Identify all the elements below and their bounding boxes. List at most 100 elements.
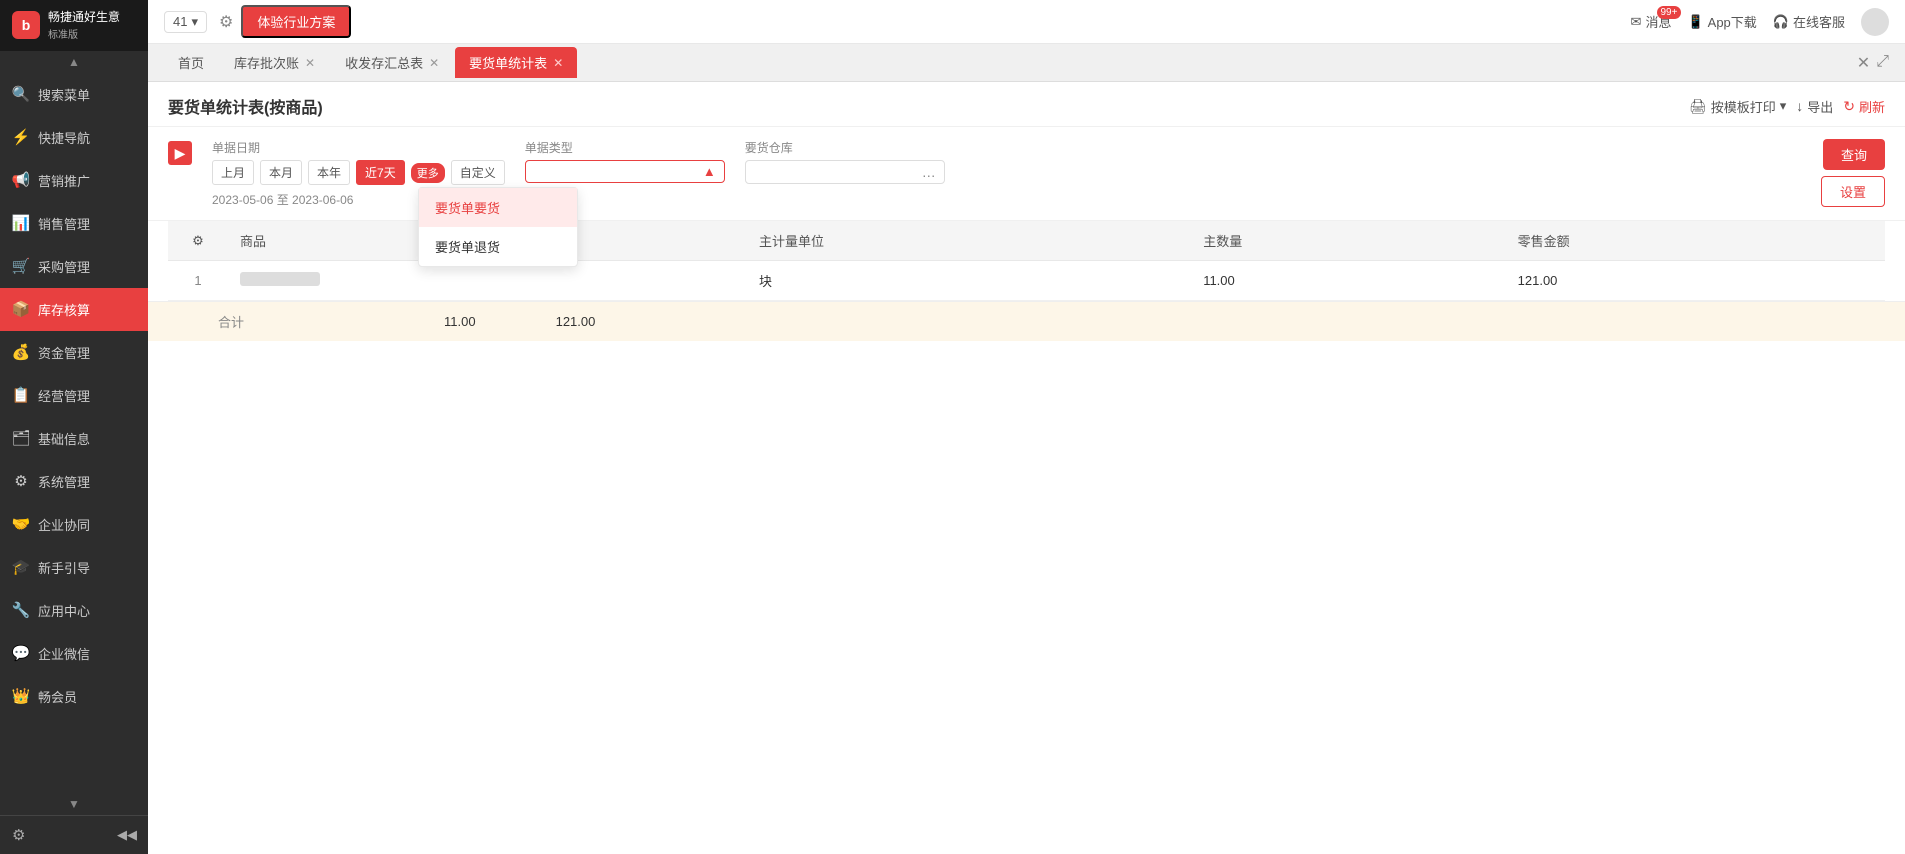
sidebar-item-vip[interactable]: 👑 畅会员 bbox=[0, 675, 148, 718]
basics-icon: 🗂 bbox=[12, 429, 30, 447]
message-icon: ✉ bbox=[1631, 14, 1642, 30]
tabbar-right: ✕ ⤢ bbox=[1857, 53, 1889, 73]
sidebar-item-label-operations: 经营管理 bbox=[38, 386, 90, 405]
sales-icon: 📊 bbox=[12, 214, 30, 232]
sidebar-item-finance[interactable]: 💰 资金管理 bbox=[0, 331, 148, 374]
table-header-quantity: 主数量 bbox=[1191, 221, 1505, 261]
filter-type-input-wrapper[interactable]: ▲ bbox=[525, 160, 725, 183]
breadcrumb-number: 41 bbox=[173, 14, 187, 29]
tab-receipt-summary[interactable]: 收发存汇总表 ✕ bbox=[331, 47, 453, 78]
date-more-badge[interactable]: 更多 bbox=[411, 163, 445, 183]
tab-home[interactable]: 首页 bbox=[164, 47, 218, 78]
dropdown-item-order-goods[interactable]: 要货单要货 bbox=[419, 188, 577, 227]
date-btn-last-month[interactable]: 上月 bbox=[212, 160, 254, 185]
export-button[interactable]: ↓ 导出 bbox=[1796, 97, 1833, 116]
sidebar-item-search[interactable]: 🔍 搜索菜单 bbox=[0, 73, 148, 116]
sidebar-item-enterprise-collab[interactable]: 🤝 企业协同 bbox=[0, 503, 148, 546]
filter-date-label: 单据日期 bbox=[212, 139, 505, 156]
messages-button[interactable]: ✉ 消息 99+ bbox=[1631, 12, 1672, 31]
enterprise-wechat-icon: 💬 bbox=[12, 644, 30, 662]
date-btn-this-year[interactable]: 本年 bbox=[308, 160, 350, 185]
filter-toggle-button[interactable]: ▶ bbox=[168, 141, 192, 165]
warehouse-more-dots-icon[interactable]: … bbox=[922, 164, 936, 180]
table-cell-quantity: 11.00 bbox=[1191, 261, 1505, 301]
filter-type-input[interactable] bbox=[534, 164, 699, 179]
date-btn-this-month[interactable]: 本月 bbox=[260, 160, 302, 185]
sidebar-item-app-center[interactable]: 🔧 应用中心 bbox=[0, 589, 148, 632]
footer-label: 合计 bbox=[168, 312, 244, 331]
table-header-settings[interactable]: ⚙ bbox=[168, 221, 228, 261]
enterprise-collab-icon: 🤝 bbox=[12, 515, 30, 533]
export-icon: ↓ bbox=[1796, 98, 1803, 114]
app-download-button[interactable]: 📱 App下载 bbox=[1687, 12, 1756, 31]
filter-settings-button[interactable]: 设置 bbox=[1821, 176, 1885, 207]
tab-inventory-batch[interactable]: 库存批次账 ✕ bbox=[220, 47, 329, 78]
online-service-button[interactable]: 🎧 在线客服 bbox=[1773, 12, 1845, 31]
query-button[interactable]: 查询 bbox=[1823, 139, 1885, 170]
sidebar-item-enterprise-wechat[interactable]: 💬 企业微信 bbox=[0, 632, 148, 675]
table-header-amount: 零售金额 bbox=[1506, 221, 1885, 261]
sidebar-item-sales[interactable]: 📊 销售管理 bbox=[0, 202, 148, 245]
sidebar: b 畅捷通好生意 标准版 ▲ 🔍 搜索菜单 ⚡ 快捷导航 📢 营销推广 📊 销售… bbox=[0, 0, 148, 854]
print-button[interactable]: 🖨 按模板打印 ▾ bbox=[1689, 97, 1786, 116]
filter-actions: 查询 设置 bbox=[1821, 139, 1885, 207]
sidebar-scroll-down[interactable]: ▼ bbox=[0, 793, 148, 815]
filter-type-label: 单据类型 bbox=[525, 139, 725, 156]
topbar-gear-icon[interactable]: ⚙ bbox=[219, 12, 233, 32]
breadcrumb-chevron-icon: ▾ bbox=[191, 14, 198, 30]
sidebar-nav: 🔍 搜索菜单 ⚡ 快捷导航 📢 营销推广 📊 销售管理 🛒 采购管理 📦 库存核… bbox=[0, 73, 148, 793]
promo-button[interactable]: 体验行业方案 bbox=[241, 5, 351, 38]
sidebar-item-label-sales: 销售管理 bbox=[38, 214, 90, 233]
print-chevron-icon: ▾ bbox=[1780, 98, 1787, 114]
table-footer: 合计 11.00 121.00 bbox=[148, 301, 1905, 341]
tab-inventory-batch-label: 库存批次账 bbox=[234, 53, 299, 72]
filter-type-chevron-icon[interactable]: ▲ bbox=[703, 164, 716, 179]
app-download-label: App下载 bbox=[1708, 12, 1757, 31]
print-icon: 🖨 bbox=[1689, 98, 1707, 115]
sidebar-item-purchase[interactable]: 🛒 采购管理 bbox=[0, 245, 148, 288]
sidebar-item-basics[interactable]: 🗂 基础信息 bbox=[0, 417, 148, 460]
sidebar-item-system[interactable]: ⚙ 系统管理 bbox=[0, 460, 148, 503]
sidebar-item-marketing[interactable]: 📢 营销推广 bbox=[0, 159, 148, 202]
sidebar-item-inventory[interactable]: 📦 库存核算 bbox=[0, 288, 148, 331]
page-header: 要货单统计表(按商品) 🖨 按模板打印 ▾ ↓ 导出 ↻ 刷新 bbox=[148, 82, 1905, 127]
sidebar-item-quick-nav[interactable]: ⚡ 快捷导航 bbox=[0, 116, 148, 159]
filter-bar: ▶ 单据日期 上月 本月 本年 近7天 更多 自定义 2023-05-06 至 … bbox=[148, 127, 1905, 221]
tab-expand-icon[interactable]: ⤢ bbox=[1876, 53, 1889, 73]
tab-receipt-summary-close-icon[interactable]: ✕ bbox=[429, 56, 439, 70]
tab-order-stats[interactable]: 要货单统计表 ✕ bbox=[455, 47, 577, 78]
date-btn-custom[interactable]: 自定义 bbox=[451, 160, 505, 185]
refresh-icon: ↻ bbox=[1843, 98, 1855, 115]
user-avatar[interactable] bbox=[1861, 8, 1889, 36]
app-name: 畅捷通好生意 bbox=[48, 10, 120, 26]
breadcrumb-select[interactable]: 41 ▾ bbox=[164, 11, 207, 33]
refresh-button[interactable]: ↻ 刷新 bbox=[1843, 97, 1885, 116]
filter-warehouse-label: 要货仓库 bbox=[745, 139, 945, 156]
filter-warehouse-input-wrapper[interactable]: … bbox=[745, 160, 945, 184]
sidebar-item-label-inventory: 库存核算 bbox=[38, 300, 90, 319]
sidebar-item-label-enterprise-wechat: 企业微信 bbox=[38, 644, 90, 663]
main-area: 41 ▾ ⚙ 体验行业方案 ✉ 消息 99+ 📱 App下载 🎧 在线客服 bbox=[148, 0, 1905, 854]
date-btn-last-7-days[interactable]: 近7天 bbox=[356, 160, 405, 185]
sidebar-scroll-up[interactable]: ▲ bbox=[0, 51, 148, 73]
logo-icon: b bbox=[12, 11, 40, 39]
settings-icon[interactable]: ⚙ bbox=[12, 826, 25, 844]
sidebar-item-label-marketing: 营销推广 bbox=[38, 171, 90, 190]
sidebar-collapse-button[interactable]: ◀◀ bbox=[118, 826, 136, 844]
sidebar-item-operations[interactable]: 📋 经营管理 bbox=[0, 374, 148, 417]
sidebar-item-label-quick-nav: 快捷导航 bbox=[38, 128, 90, 147]
tab-close-all-icon[interactable]: ✕ bbox=[1857, 53, 1870, 73]
marketing-icon: 📢 bbox=[12, 171, 30, 189]
tab-inventory-batch-close-icon[interactable]: ✕ bbox=[305, 56, 315, 70]
dropdown-item-order-return[interactable]: 要货单退货 bbox=[419, 227, 577, 266]
sidebar-item-beginner[interactable]: 🎓 新手引导 bbox=[0, 546, 148, 589]
messages-badge: 99+ bbox=[1657, 6, 1682, 19]
sidebar-item-label-enterprise-collab: 企业协同 bbox=[38, 515, 90, 534]
export-label: 导出 bbox=[1807, 97, 1833, 116]
sidebar-bottom: ⚙ ◀◀ bbox=[0, 815, 148, 854]
beginner-icon: 🎓 bbox=[12, 558, 30, 576]
filter-warehouse-input[interactable] bbox=[754, 165, 918, 180]
page-title: 要货单统计表(按商品) bbox=[168, 94, 323, 118]
tab-order-stats-close-icon[interactable]: ✕ bbox=[553, 56, 563, 70]
product-blurred bbox=[240, 272, 320, 286]
